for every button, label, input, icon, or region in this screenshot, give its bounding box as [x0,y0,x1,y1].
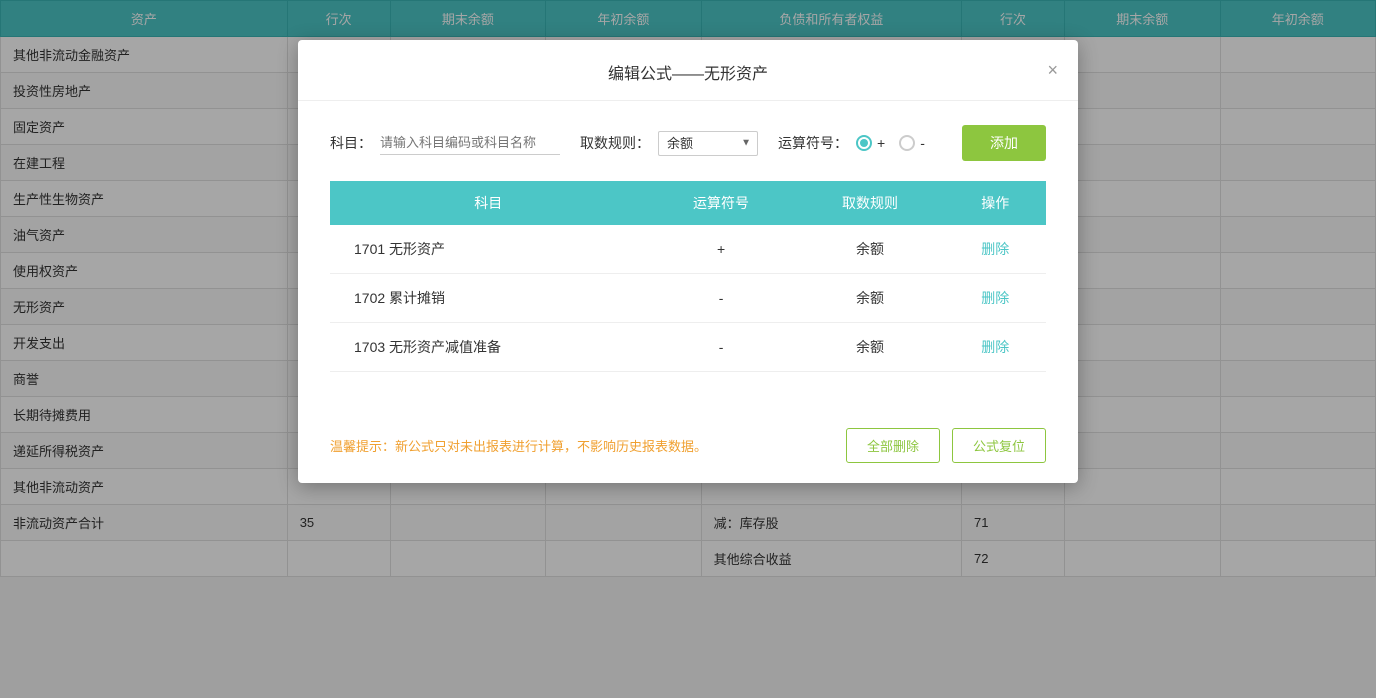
delete-row-button[interactable]: 删除 [981,337,1009,357]
formula-action: 删除 [944,225,1046,274]
radio-circle-minus [899,135,915,151]
add-button[interactable]: 添加 [962,125,1046,161]
formula-rule: 余额 [796,274,945,323]
reset-formula-button[interactable]: 公式复位 [952,428,1046,463]
modal-overlay: 编辑公式——无形资产 × 科目： 取数规则： 余额 借方发生额 [0,0,1376,698]
operator-radio-group: + - [856,135,925,151]
operator-plus-radio[interactable]: + [856,135,885,151]
modal-body: 科目： 取数规则： 余额 借方发生额 贷方发生额 ▼ [298,101,1078,412]
col-header-operator: 运算符号 [647,181,796,225]
operator-plus-label: + [877,135,885,151]
formula-operator: - [647,323,796,372]
operator-group: 运算符号： + - [778,133,925,153]
rule-select[interactable]: 余额 借方发生额 贷方发生额 [658,131,758,156]
modal-title: 编辑公式——无形资产 [608,60,768,84]
formula-table: 科目 运算符号 取数规则 操作 1701 无形资产+余额删除1702 累计摊销-… [330,181,1046,372]
col-header-subject: 科目 [330,181,647,225]
formula-rule: 余额 [796,323,945,372]
col-header-rule: 取数规则 [796,181,945,225]
formula-action: 删除 [944,323,1046,372]
subject-group: 科目： [330,131,560,155]
operator-minus-radio[interactable]: - [899,135,925,151]
formula-row: 1702 累计摊销-余额 删除 [330,274,1046,323]
rule-label: 取数规则： [580,133,650,153]
modal-dialog: 编辑公式——无形资产 × 科目： 取数规则： 余额 借方发生额 [298,40,1078,483]
delete-row-button[interactable]: 删除 [981,288,1009,308]
operator-minus-label: - [920,135,925,151]
hint-text: 温馨提示：新公式只对未出报表进行计算，不影响历史报表数据。 [330,436,707,455]
formula-operator: + [647,225,796,274]
col-header-action: 操作 [944,181,1046,225]
delete-row-button[interactable]: 删除 [981,239,1009,259]
rule-select-wrapper: 余额 借方发生额 贷方发生额 ▼ [658,131,758,156]
formula-row: 1703 无形资产减值准备-余额 删除 [330,323,1046,372]
form-row: 科目： 取数规则： 余额 借方发生额 贷方发生额 ▼ [330,125,1046,161]
rule-group: 取数规则： 余额 借方发生额 贷方发生额 ▼ [580,131,758,156]
formula-subject: 1701 无形资产 [330,225,647,274]
formula-action: 删除 [944,274,1046,323]
modal-footer: 温馨提示：新公式只对未出报表进行计算，不影响历史报表数据。 全部删除 公式复位 [298,412,1078,483]
operator-label: 运算符号： [778,133,848,153]
formula-subject: 1702 累计摊销 [330,274,647,323]
delete-all-button[interactable]: 全部删除 [846,428,940,463]
formula-row: 1701 无形资产+余额 删除 [330,225,1046,274]
formula-operator: - [647,274,796,323]
radio-circle-plus [856,135,872,151]
modal-header: 编辑公式——无形资产 × [298,40,1078,101]
footer-buttons: 全部删除 公式复位 [846,428,1046,463]
subject-input[interactable] [380,131,560,155]
formula-subject: 1703 无形资产减值准备 [330,323,647,372]
modal-close-button[interactable]: × [1047,61,1058,79]
subject-label: 科目： [330,133,372,153]
formula-rule: 余额 [796,225,945,274]
